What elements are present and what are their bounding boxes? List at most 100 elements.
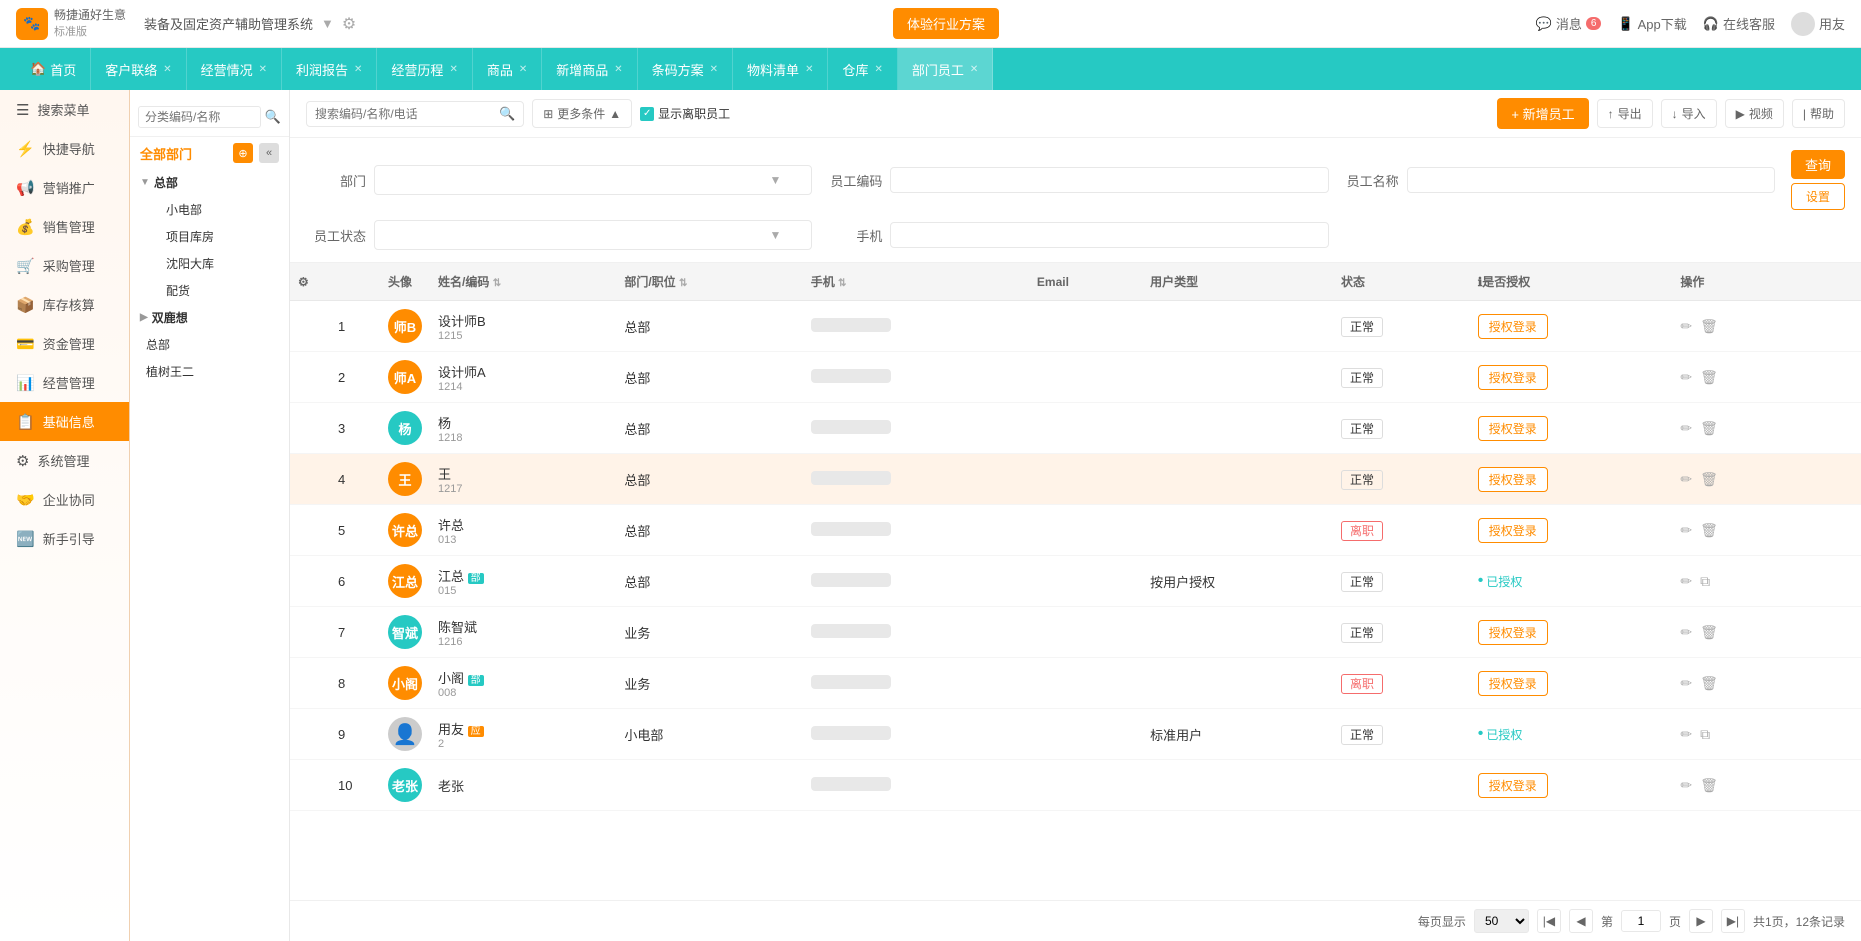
tab-barcode[interactable]: 条码方案 ✕ <box>638 48 733 90</box>
close-icon[interactable]: ✕ <box>970 64 978 75</box>
tab-goods[interactable]: 商品 ✕ <box>473 48 542 90</box>
edit-icon[interactable]: ✏ <box>1680 420 1692 437</box>
close-icon[interactable]: ✕ <box>354 64 362 75</box>
user-action[interactable]: 用友 <box>1791 12 1845 36</box>
tab-history[interactable]: 经营历程 ✕ <box>377 48 472 90</box>
tab-dept-employee[interactable]: 部门员工 ✕ <box>898 48 993 90</box>
tab-profit[interactable]: 利润报告 ✕ <box>282 48 377 90</box>
help-button[interactable]: | 帮助 <box>1792 99 1845 128</box>
export-button[interactable]: ↑ 导出 <box>1597 99 1653 128</box>
edit-icon[interactable]: ✏ <box>1680 369 1692 386</box>
edit-icon[interactable]: ✏ <box>1680 777 1692 794</box>
tree-item-project-room[interactable]: 项目库房 <box>150 223 289 250</box>
close-icon[interactable]: ✕ <box>163 64 171 75</box>
auth-login-button[interactable]: 授权登录 <box>1478 671 1548 696</box>
tree-parent-headquarters[interactable]: ▼ 总部 <box>130 169 289 196</box>
edit-icon[interactable]: ✏ <box>1680 726 1692 743</box>
nav-item-quick[interactable]: ⚡ 快捷导航 <box>0 129 129 168</box>
nav-item-purchase[interactable]: 🛒 采购管理 <box>0 246 129 285</box>
nav-item-marketing[interactable]: 📢 营销推广 <box>0 168 129 207</box>
col-mobile[interactable]: 手机 ⇅ <box>803 263 1029 301</box>
auth-login-button[interactable]: 授权登录 <box>1478 314 1548 339</box>
edit-icon[interactable]: ✏ <box>1680 573 1692 590</box>
delete-icon[interactable]: 🗑 <box>1700 522 1718 539</box>
close-icon[interactable]: ✕ <box>805 64 813 75</box>
nav-item-operation[interactable]: 📊 经营管理 <box>0 363 129 402</box>
close-icon[interactable]: ✕ <box>519 64 527 75</box>
close-icon[interactable]: ✕ <box>449 64 457 75</box>
try-button[interactable]: 体验行业方案 <box>893 8 999 39</box>
dept-select[interactable]: ▼ <box>374 165 812 195</box>
tab-bom[interactable]: 物料清单 ✕ <box>733 48 828 90</box>
messages-action[interactable]: 💬 消息 6 <box>1536 14 1602 33</box>
nav-item-sales[interactable]: 💰 销售管理 <box>0 207 129 246</box>
copy-icon[interactable]: ⧉ <box>1700 726 1710 743</box>
last-page-button[interactable]: ▶| <box>1721 909 1745 933</box>
tree-collapse-icon[interactable]: « <box>259 143 279 163</box>
col-dept[interactable]: 部门/职位 ⇅ <box>616 263 802 301</box>
tab-warehouse[interactable]: 仓库 ✕ <box>828 48 897 90</box>
page-size-select[interactable]: 50 20 100 <box>1474 909 1529 933</box>
tab-operation[interactable]: 经营情况 ✕ <box>187 48 282 90</box>
first-page-button[interactable]: |◀ <box>1537 909 1561 933</box>
status-select[interactable]: ▼ <box>374 220 812 250</box>
edit-icon[interactable]: ✏ <box>1680 624 1692 641</box>
nav-item-system[interactable]: ⚙ 系统管理 <box>0 441 129 480</box>
tab-home[interactable]: 🏠 首页 <box>16 48 91 90</box>
emp-name-input[interactable] <box>1407 167 1775 193</box>
nav-item-search[interactable]: ☰ 搜索菜单 <box>0 90 129 129</box>
show-resigned-toggle[interactable]: ✓ 显示离职员工 <box>640 105 730 122</box>
tree-item-distribution[interactable]: 配货 <box>150 277 289 304</box>
tree-item-general[interactable]: 总部 <box>130 331 289 358</box>
copy-icon[interactable]: ⧉ <box>1700 573 1710 590</box>
delete-icon[interactable]: 🗑 <box>1700 369 1718 386</box>
nav-item-basic[interactable]: 📋 基础信息 <box>0 402 129 441</box>
nav-item-inventory[interactable]: 📦 库存核算 <box>0 285 129 324</box>
nav-item-guide[interactable]: 🆕 新手引导 <box>0 519 129 558</box>
tree-item-planter[interactable]: 植树王二 <box>130 358 289 385</box>
auth-login-button[interactable]: 授权登录 <box>1478 518 1548 543</box>
auth-login-button[interactable]: 授权登录 <box>1478 416 1548 441</box>
delete-icon[interactable]: 🗑 <box>1700 675 1718 692</box>
tab-new-goods[interactable]: 新增商品 ✕ <box>542 48 637 90</box>
close-icon[interactable]: ✕ <box>710 64 718 75</box>
auth-login-button[interactable]: 授权登录 <box>1478 365 1548 390</box>
auth-login-button[interactable]: 授权登录 <box>1478 467 1548 492</box>
add-employee-button[interactable]: + 新增员工 <box>1497 98 1588 129</box>
nav-item-coop[interactable]: 🤝 企业协同 <box>0 480 129 519</box>
dropdown-arrow-icon[interactable]: ▼ <box>321 16 334 31</box>
tree-parent-shuanglu[interactable]: ▶ 双鹿想 <box>130 304 289 331</box>
more-filter-button[interactable]: ⊞ 更多条件 ▲ <box>532 99 632 128</box>
search-icon[interactable]: 🔍 <box>499 106 515 122</box>
tree-item-small-electric[interactable]: 小电部 <box>150 196 289 223</box>
settings-icon[interactable]: ⚙ <box>342 14 356 34</box>
auth-login-button[interactable]: 授权登录 <box>1478 773 1548 798</box>
next-page-button[interactable]: ▶ <box>1689 909 1713 933</box>
tree-search-input[interactable] <box>138 106 261 128</box>
close-icon[interactable]: ✕ <box>614 64 622 75</box>
emp-code-input[interactable] <box>890 167 1328 193</box>
reset-button[interactable]: 设置 <box>1791 183 1845 210</box>
query-button[interactable]: 查询 <box>1791 150 1845 179</box>
edit-icon[interactable]: ✏ <box>1680 318 1692 335</box>
edit-icon[interactable]: ✏ <box>1680 471 1692 488</box>
delete-icon[interactable]: 🗑 <box>1700 318 1718 335</box>
current-page-input[interactable] <box>1621 910 1661 932</box>
nav-item-finance[interactable]: 💳 资金管理 <box>0 324 129 363</box>
import-button[interactable]: ↓ 导入 <box>1661 99 1717 128</box>
tree-add-icon[interactable]: ⊕ <box>233 143 253 163</box>
prev-page-button[interactable]: ◀ <box>1569 909 1593 933</box>
video-button[interactable]: ▶ 视频 <box>1725 99 1784 128</box>
settings-col-icon[interactable]: ⚙ <box>298 275 309 289</box>
close-icon[interactable]: ✕ <box>874 64 882 75</box>
delete-icon[interactable]: 🗑 <box>1700 471 1718 488</box>
auth-login-button[interactable]: 授权登录 <box>1478 620 1548 645</box>
online-service-action[interactable]: 🎧 在线客服 <box>1703 14 1775 33</box>
tab-customer[interactable]: 客户联络 ✕ <box>91 48 186 90</box>
delete-icon[interactable]: 🗑 <box>1700 624 1718 641</box>
search-input[interactable] <box>315 107 495 121</box>
delete-icon[interactable]: 🗑 <box>1700 777 1718 794</box>
tree-search-icon[interactable]: 🔍 <box>265 109 281 125</box>
col-name[interactable]: 姓名/编码 ⇅ <box>430 263 616 301</box>
delete-icon[interactable]: 🗑 <box>1700 420 1718 437</box>
